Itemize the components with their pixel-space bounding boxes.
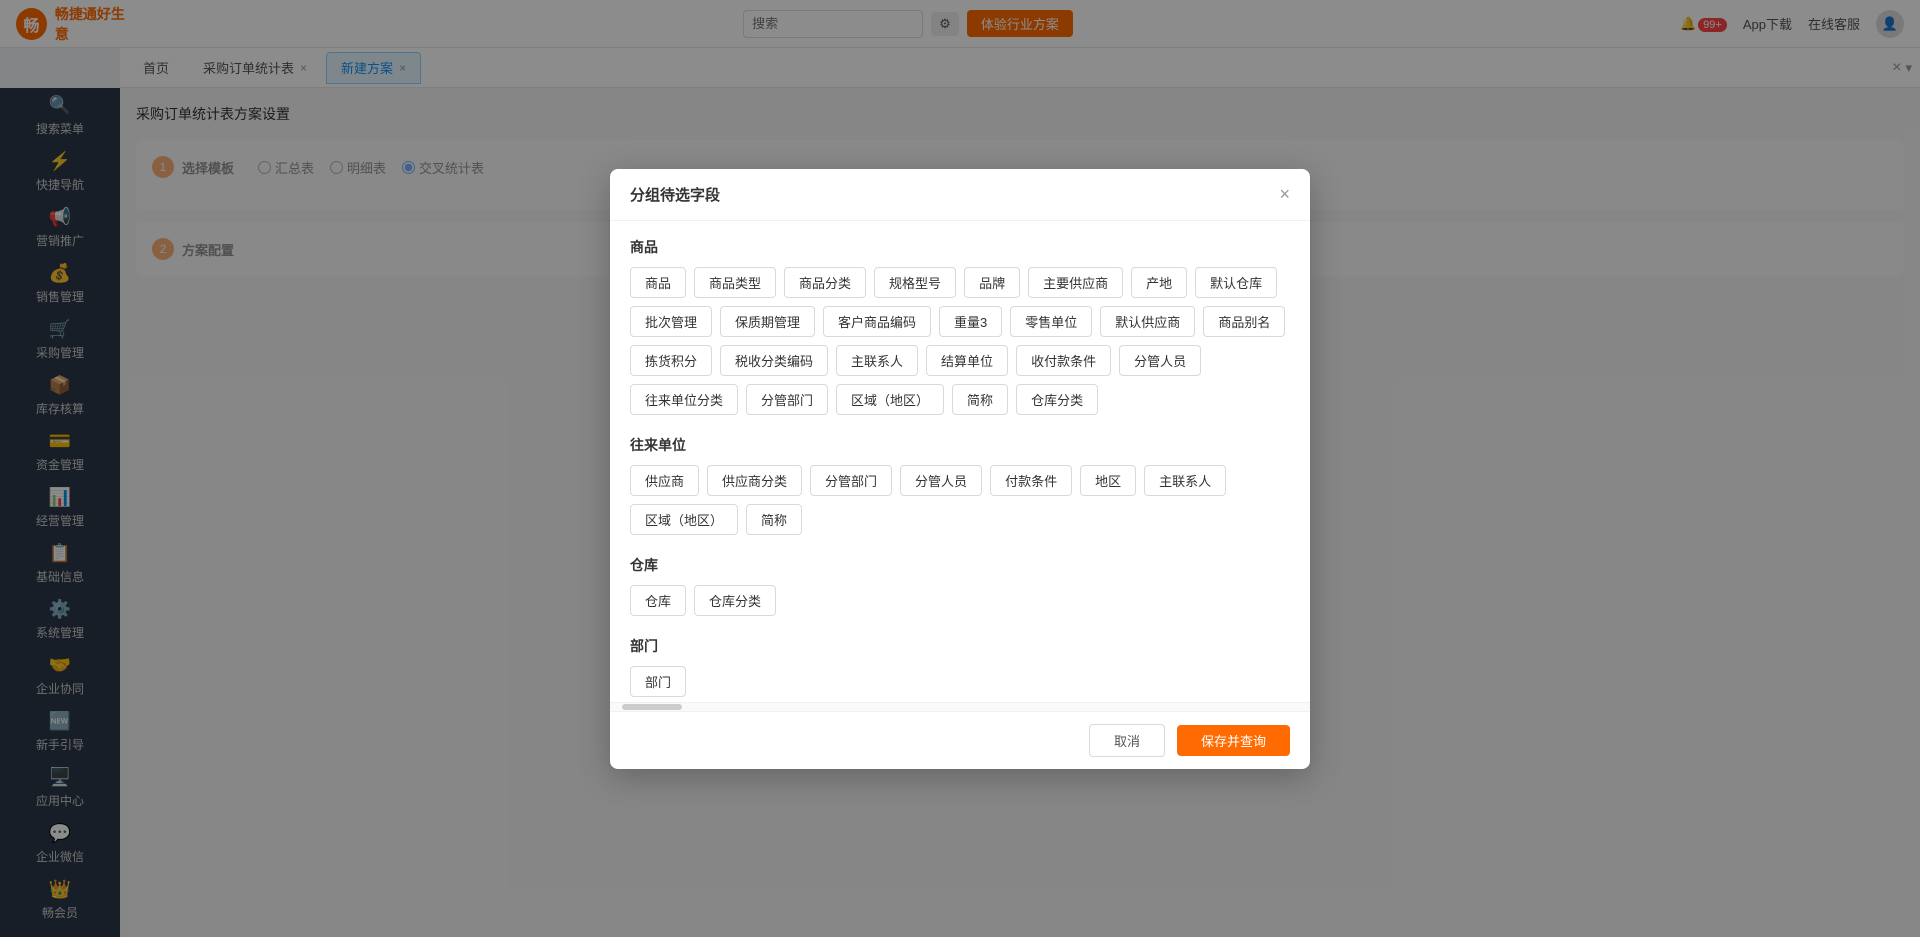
tag-expiry-mgmt[interactable]: 保质期管理 xyxy=(720,306,815,337)
tag-brand[interactable]: 品牌 xyxy=(964,267,1020,298)
tag-partner-category[interactable]: 往来单位分类 xyxy=(630,384,738,415)
modal-title: 分组待选字段 xyxy=(630,184,720,205)
tag-settlement-unit[interactable]: 结算单位 xyxy=(926,345,1008,376)
tag-warehouse[interactable]: 仓库 xyxy=(630,585,686,616)
section-warehouse: 仓库 仓库 仓库分类 xyxy=(630,555,1290,616)
confirm-button[interactable]: 保存并查询 xyxy=(1177,725,1290,756)
tag-supervisor[interactable]: 分管人员 xyxy=(1119,345,1201,376)
section-warehouse-title: 仓库 xyxy=(630,555,1290,575)
tag-partner-abbr[interactable]: 简称 xyxy=(746,504,802,535)
tag-default-warehouse[interactable]: 默认仓库 xyxy=(1195,267,1277,298)
tag-retail-unit[interactable]: 零售单位 xyxy=(1010,306,1092,337)
tag-product-category[interactable]: 商品分类 xyxy=(784,267,866,298)
section-partner-tags: 供应商 供应商分类 分管部门 分管人员 付款条件 地区 主联系人 区域（地区） … xyxy=(630,465,1290,535)
tag-dept[interactable]: 部门 xyxy=(630,666,686,697)
section-product-title: 商品 xyxy=(630,237,1290,257)
section-partner-title: 往来单位 xyxy=(630,435,1290,455)
tag-partner-supervisor[interactable]: 分管人员 xyxy=(900,465,982,496)
tag-abbr[interactable]: 简称 xyxy=(952,384,1008,415)
tag-dept-mgmt[interactable]: 分管部门 xyxy=(746,384,828,415)
tag-spec-model[interactable]: 规格型号 xyxy=(874,267,956,298)
section-product-tags: 商品 商品类型 商品分类 规格型号 品牌 主要供应商 产地 默认仓库 批次管理 … xyxy=(630,267,1290,415)
modal-hscrollbar[interactable] xyxy=(610,702,1310,710)
tag-region[interactable]: 区域（地区） xyxy=(836,384,944,415)
tag-main-contact[interactable]: 主联系人 xyxy=(836,345,918,376)
tag-weight3[interactable]: 重量3 xyxy=(939,306,1002,337)
tag-batch-mgmt[interactable]: 批次管理 xyxy=(630,306,712,337)
tag-tax-code[interactable]: 税收分类编码 xyxy=(720,345,828,376)
section-partner: 往来单位 供应商 供应商分类 分管部门 分管人员 付款条件 地区 主联系人 区域… xyxy=(630,435,1290,535)
modal-header: 分组待选字段 × xyxy=(610,169,1310,221)
tag-product-alias[interactable]: 商品别名 xyxy=(1203,306,1285,337)
field-select-modal: 分组待选字段 × 商品 商品 商品类型 商品分类 规格型号 品牌 主要供应商 产… xyxy=(610,169,1310,769)
tag-partner-contact[interactable]: 主联系人 xyxy=(1144,465,1226,496)
section-product: 商品 商品 商品类型 商品分类 规格型号 品牌 主要供应商 产地 默认仓库 批次… xyxy=(630,237,1290,415)
tag-origin[interactable]: 产地 xyxy=(1131,267,1187,298)
tag-partner-dept[interactable]: 分管部门 xyxy=(810,465,892,496)
tag-pick-score[interactable]: 拣货积分 xyxy=(630,345,712,376)
modal-footer: 取消 保存并查询 xyxy=(610,711,1310,769)
tag-payment-cond[interactable]: 付款条件 xyxy=(990,465,1072,496)
tag-product-type[interactable]: 商品类型 xyxy=(694,267,776,298)
tag-payment-terms[interactable]: 收付款条件 xyxy=(1016,345,1111,376)
tag-product[interactable]: 商品 xyxy=(630,267,686,298)
modal-body: 商品 商品 商品类型 商品分类 规格型号 品牌 主要供应商 产地 默认仓库 批次… xyxy=(610,221,1310,703)
section-dept: 部门 部门 xyxy=(630,636,1290,697)
section-dept-title: 部门 xyxy=(630,636,1290,656)
section-warehouse-tags: 仓库 仓库分类 xyxy=(630,585,1290,616)
tag-warehouse-category[interactable]: 仓库分类 xyxy=(694,585,776,616)
tag-supplier-category[interactable]: 供应商分类 xyxy=(707,465,802,496)
modal-overlay: 分组待选字段 × 商品 商品 商品类型 商品分类 规格型号 品牌 主要供应商 产… xyxy=(0,0,1920,937)
section-dept-tags: 部门 xyxy=(630,666,1290,697)
tag-customer-code[interactable]: 客户商品编码 xyxy=(823,306,931,337)
tag-partner-region[interactable]: 区域（地区） xyxy=(630,504,738,535)
tag-main-supplier[interactable]: 主要供应商 xyxy=(1028,267,1123,298)
modal-close-btn[interactable]: × xyxy=(1279,184,1290,205)
cancel-button[interactable]: 取消 xyxy=(1089,724,1165,757)
tag-area[interactable]: 地区 xyxy=(1080,465,1136,496)
tag-default-supplier[interactable]: 默认供应商 xyxy=(1100,306,1195,337)
tag-warehouse-cat[interactable]: 仓库分类 xyxy=(1016,384,1098,415)
tag-supplier[interactable]: 供应商 xyxy=(630,465,699,496)
